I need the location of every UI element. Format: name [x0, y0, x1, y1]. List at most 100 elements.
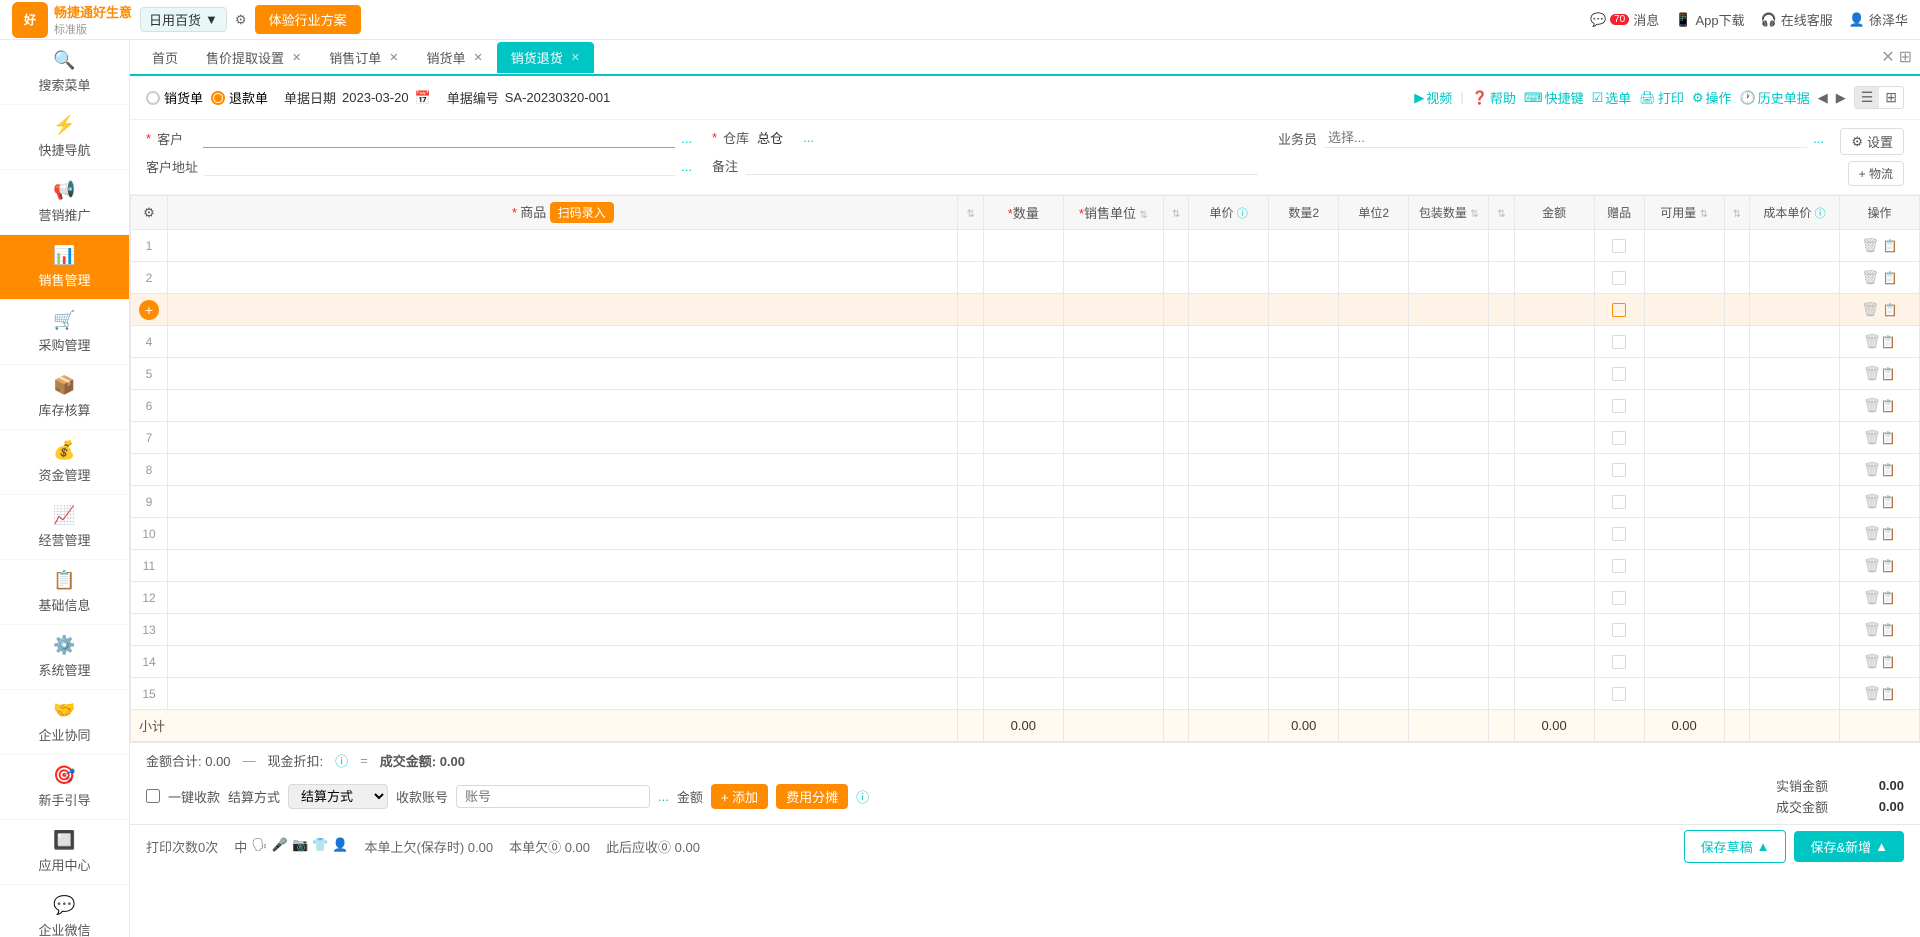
settings-icon[interactable]: ⚙	[235, 12, 247, 28]
tab-close-sales-return[interactable]: ✕	[571, 51, 580, 64]
next-record-icon[interactable]: ▶	[1836, 90, 1846, 106]
app-download-button[interactable]: 📱 App下载	[1675, 10, 1744, 29]
expand-tab-icon[interactable]: ⊞	[1899, 47, 1912, 67]
industry-dropdown[interactable]: 日用百货 ▼	[140, 7, 227, 32]
radio-sales-slip[interactable]: 销货单	[146, 88, 203, 107]
gift-checkbox[interactable]	[1612, 367, 1626, 381]
fee-help-icon[interactable]: ⓘ	[856, 787, 869, 806]
payment-method-select[interactable]: 结算方式	[288, 784, 388, 809]
help-link[interactable]: ❓ 帮助	[1472, 88, 1516, 107]
staff-input[interactable]	[1324, 128, 1807, 148]
row-amount-1[interactable]	[1514, 230, 1594, 262]
operate-link[interactable]: ⚙ 操作	[1692, 88, 1732, 107]
fee-split-button[interactable]: 费用分摊	[776, 784, 848, 809]
row-unit2-1[interactable]	[1339, 230, 1409, 262]
row-unit-2[interactable]	[1063, 262, 1163, 294]
sort-icon-5[interactable]: ⇅	[1497, 209, 1505, 220]
gift-checkbox[interactable]	[1612, 431, 1626, 445]
shortcut-link[interactable]: ⌨ 快捷键	[1524, 88, 1584, 107]
sidebar-item-finance[interactable]: 💰 资金管理	[0, 430, 129, 495]
save-new-button[interactable]: 保存&新增 ▲	[1794, 831, 1904, 862]
copy-row-active[interactable]: 📋	[1883, 303, 1898, 317]
sun-icon[interactable]: 中	[234, 837, 247, 856]
copy-icon[interactable]: 📋	[1881, 559, 1896, 573]
tab-close-sales-slip[interactable]: ✕	[474, 51, 483, 64]
sort-icon-2[interactable]: ⇅	[1139, 210, 1147, 221]
view-list-btn[interactable]: ☰	[1855, 87, 1880, 108]
delete-icon[interactable]: 🗑	[1863, 653, 1881, 669]
row-qty2-active[interactable]	[1269, 294, 1339, 326]
staff-ellipsis[interactable]: ...	[1813, 131, 1824, 146]
copy-icon[interactable]: 📋	[1881, 495, 1896, 509]
gift-checkbox-active[interactable]	[1612, 303, 1626, 317]
row-product-2[interactable]	[168, 262, 958, 294]
copy-icon[interactable]: 📋	[1881, 687, 1896, 701]
tab-home[interactable]: 首页	[138, 42, 192, 73]
row-price-1[interactable]	[1189, 230, 1269, 262]
delete-icon[interactable]: 🗑	[1863, 365, 1881, 381]
sort-icon-7[interactable]: ⇅	[1733, 209, 1741, 220]
video-link[interactable]: ▶ 视频	[1414, 88, 1452, 107]
row-qty-active[interactable]	[983, 294, 1063, 326]
message-button[interactable]: 💬 70 消息	[1590, 10, 1659, 29]
row-qty2-1[interactable]	[1269, 230, 1339, 262]
account-input[interactable]	[456, 785, 650, 808]
warehouse-ellipsis[interactable]: ...	[803, 130, 814, 145]
row-gift-2[interactable]	[1594, 262, 1644, 294]
product-input-active[interactable]	[176, 302, 949, 317]
copy-icon[interactable]: 📋	[1881, 431, 1896, 445]
gear-icon[interactable]: ⚙	[143, 205, 155, 220]
row-avail-active[interactable]	[1644, 294, 1724, 326]
gift-checkbox[interactable]	[1612, 655, 1626, 669]
one-key-payment-checkbox[interactable]	[146, 789, 160, 803]
delete-icon[interactable]: 🗑	[1863, 589, 1881, 605]
row-unit2-2[interactable]	[1339, 262, 1409, 294]
copy-icon[interactable]: 📋	[1881, 655, 1896, 669]
delete-icon[interactable]: 🗑	[1863, 429, 1881, 445]
gift-checkbox[interactable]	[1612, 463, 1626, 477]
save-draft-button[interactable]: 保存草稿 ▲	[1684, 830, 1787, 863]
delete-row-1[interactable]: 🗑	[1861, 237, 1879, 253]
row-unit-1[interactable]	[1063, 230, 1163, 262]
person-icon[interactable]: 👤	[332, 837, 348, 856]
copy-icon[interactable]: 📋	[1881, 623, 1896, 637]
radio-return-slip[interactable]: 退款单	[211, 88, 268, 107]
row-avail-1[interactable]	[1644, 230, 1724, 262]
delete-row-2[interactable]: 🗑	[1861, 269, 1879, 285]
tab-sales-slip[interactable]: 销货单 ✕	[412, 42, 496, 73]
row-cost-2[interactable]	[1750, 262, 1840, 294]
copy-icon[interactable]: 📋	[1881, 367, 1896, 381]
gift-checkbox[interactable]	[1612, 399, 1626, 413]
copy-icon[interactable]: 📋	[1881, 399, 1896, 413]
close-tab-icon[interactable]: ✕	[1881, 47, 1894, 67]
sort-icon-1[interactable]: ⇅	[966, 209, 974, 220]
row-amount-active[interactable]	[1514, 294, 1594, 326]
mic-icon[interactable]: 🎤	[272, 837, 288, 856]
sidebar-item-sales[interactable]: 📊 销售管理	[0, 235, 129, 300]
row-unit2-active[interactable]	[1339, 294, 1409, 326]
tab-sales-order[interactable]: 销售订单 ✕	[315, 42, 412, 73]
row-gift-active[interactable]	[1594, 294, 1644, 326]
gift-checkbox[interactable]	[1612, 527, 1626, 541]
row-pack-active[interactable]	[1409, 294, 1489, 326]
row-qty-1[interactable]	[983, 230, 1063, 262]
select-link[interactable]: ☑ 选单	[1592, 88, 1632, 107]
shirt-icon[interactable]: 👕	[312, 837, 328, 856]
row-cost-1[interactable]	[1750, 230, 1840, 262]
delete-icon[interactable]: 🗑	[1863, 493, 1881, 509]
row-qty-2[interactable]	[983, 262, 1063, 294]
logistics-btn[interactable]: + 物流	[1848, 161, 1904, 186]
view-grid-btn[interactable]: ⊞	[1879, 87, 1903, 108]
copy-icon[interactable]: 📋	[1881, 335, 1896, 349]
delete-icon[interactable]: 🗑	[1863, 557, 1881, 573]
row-gift-1[interactable]	[1594, 230, 1644, 262]
tab-close-price-settings[interactable]: ✕	[292, 51, 301, 64]
sidebar-item-enterprise[interactable]: 🤝 企业协同	[0, 690, 129, 755]
note-input[interactable]	[746, 155, 1258, 175]
speech-icon[interactable]: 🗣	[251, 837, 268, 856]
sidebar-item-basic-info[interactable]: 📋 基础信息	[0, 560, 129, 625]
gift-checkbox[interactable]	[1612, 591, 1626, 605]
tab-close-sales-order[interactable]: ✕	[389, 51, 398, 64]
sort-icon-6[interactable]: ⇅	[1700, 209, 1708, 220]
th-gear[interactable]: ⚙	[131, 196, 168, 230]
